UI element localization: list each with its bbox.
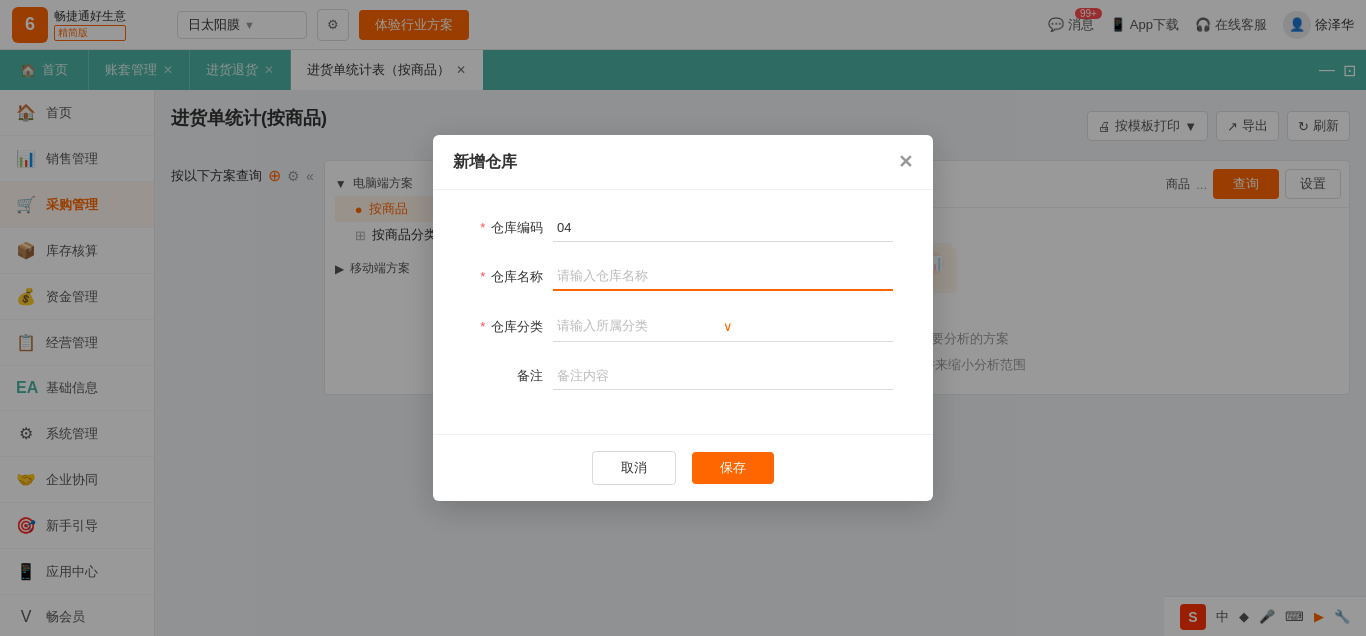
form-row-category: * 仓库分类 请输入所属分类 ∨: [473, 311, 893, 342]
modal-header: 新增仓库 ✕: [433, 135, 933, 190]
modal-footer: 取消 保存: [433, 434, 933, 501]
form-row-code: * 仓库编码: [473, 214, 893, 242]
category-arrow-icon: ∨: [723, 319, 889, 334]
form-label-category: * 仓库分类: [473, 318, 543, 336]
modal-title: 新增仓库: [453, 152, 517, 173]
modal-overlay[interactable]: 新增仓库 ✕ * 仓库编码 * 仓库名称: [0, 0, 1366, 636]
modal-body: * 仓库编码 * 仓库名称 * 仓库分类 请输入: [433, 190, 933, 434]
warehouse-note-input[interactable]: [553, 362, 893, 390]
modal-close-icon[interactable]: ✕: [898, 151, 913, 173]
form-row-name: * 仓库名称: [473, 262, 893, 291]
warehouse-code-input[interactable]: [553, 214, 893, 242]
warehouse-name-input[interactable]: [553, 262, 893, 291]
save-button[interactable]: 保存: [692, 452, 774, 484]
form-label-code: * 仓库编码: [473, 219, 543, 237]
form-label-name: * 仓库名称: [473, 268, 543, 286]
add-warehouse-modal: 新增仓库 ✕ * 仓库编码 * 仓库名称: [433, 135, 933, 501]
cancel-button[interactable]: 取消: [592, 451, 676, 485]
form-row-note: 备注: [473, 362, 893, 390]
form-label-note: 备注: [473, 367, 543, 385]
warehouse-category-select[interactable]: 请输入所属分类 ∨: [553, 311, 893, 342]
